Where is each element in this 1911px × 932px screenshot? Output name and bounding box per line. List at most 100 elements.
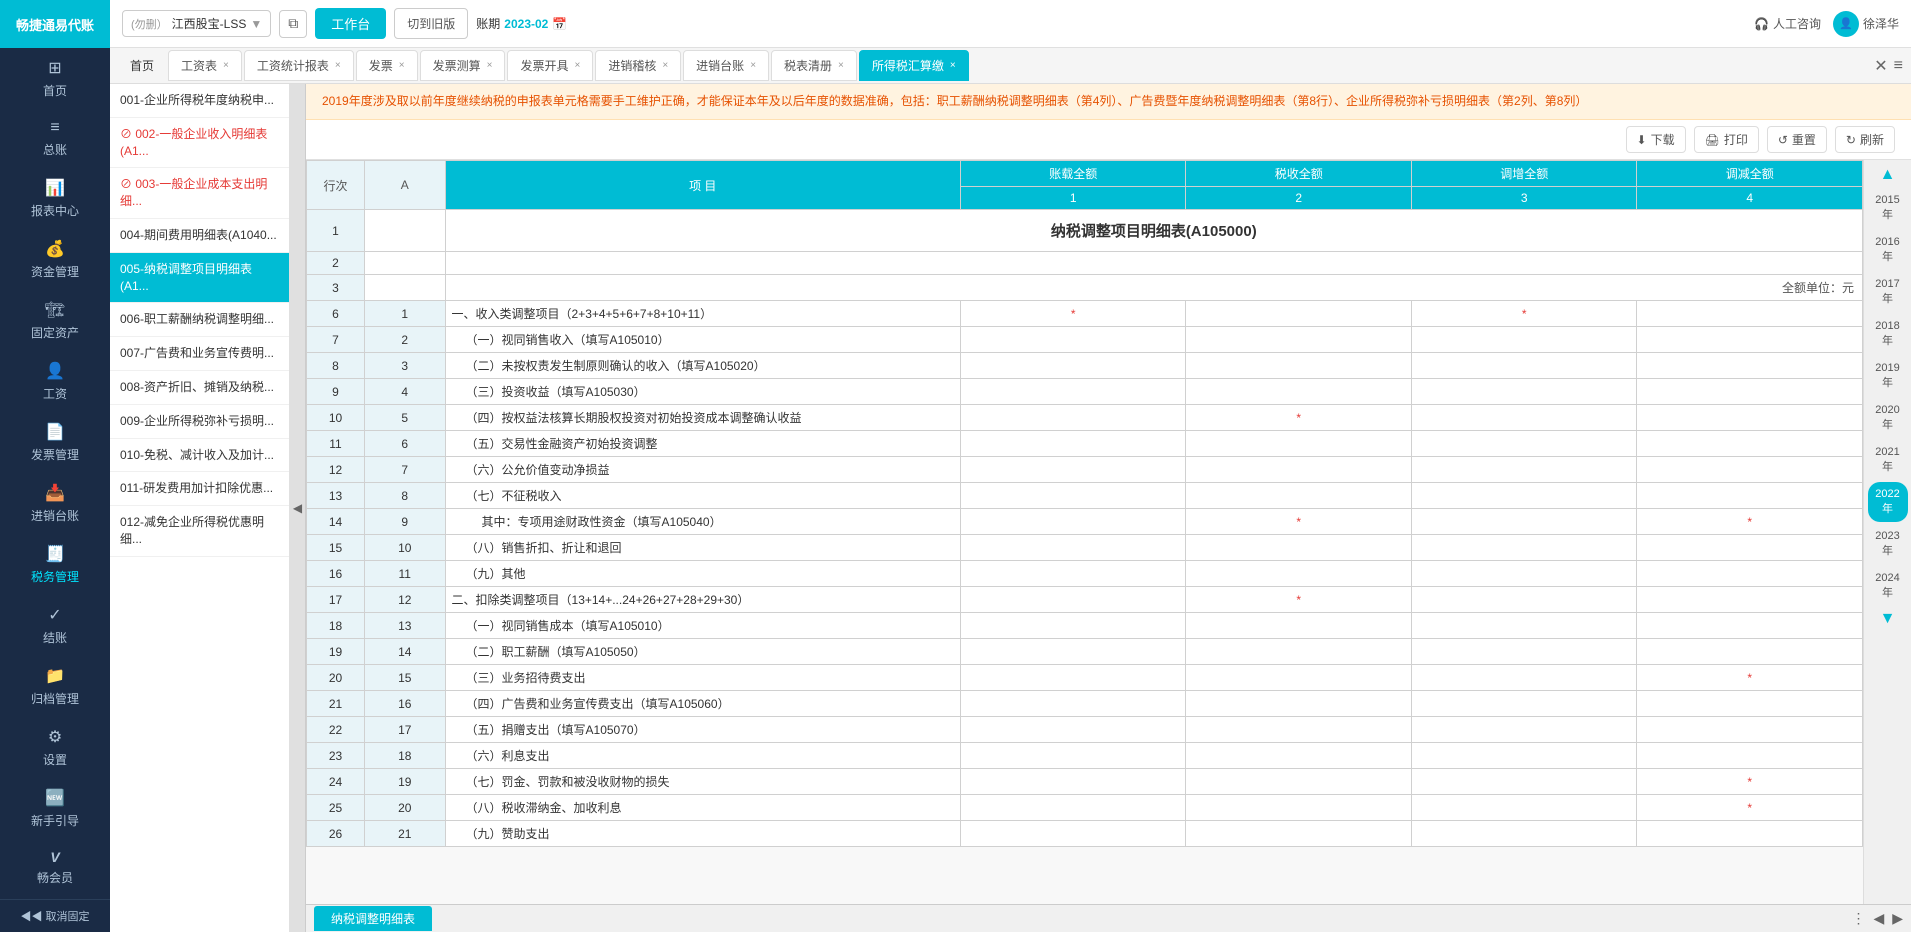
year-item-2021[interactable]: 2021年 bbox=[1868, 440, 1908, 480]
switch-old-btn[interactable]: 切到旧版 bbox=[394, 8, 468, 39]
help-icon: 🎧 bbox=[1754, 17, 1769, 31]
tab-tax-clear-close[interactable]: × bbox=[838, 60, 844, 71]
left-panel-item-4[interactable]: 004-期间费用明细表(A1040... bbox=[110, 219, 289, 253]
tab-salary-stats[interactable]: 工资统计报表 × bbox=[244, 50, 354, 81]
table-row: 6 1 一、收入类调整项目（2+3+4+5+6+7+8+10+11） * * bbox=[307, 301, 1863, 327]
tab-tax-clear[interactable]: 税表清册 × bbox=[771, 50, 857, 81]
col2-header: 税收全额 bbox=[1186, 161, 1412, 187]
year-item-2022[interactable]: 2022年 bbox=[1868, 482, 1908, 522]
sidebar-item-invoice[interactable]: 📄 发票管理 bbox=[0, 412, 110, 473]
sidebar-item-guide[interactable]: 🆕 新手引导 bbox=[0, 778, 110, 839]
left-panel-item-6[interactable]: 006-职工薪酬纳税调整明细... bbox=[110, 303, 289, 337]
tab-salary-close[interactable]: × bbox=[223, 60, 229, 71]
download-btn[interactable]: ⬇ 下载 bbox=[1626, 126, 1686, 153]
workbench-btn[interactable]: 工作台 bbox=[315, 8, 386, 39]
company-select[interactable]: (勿删） 江西股宝-LSS ▼ bbox=[122, 10, 271, 37]
table-row: 22 17 （五）捐赠支出（填写A105070） bbox=[307, 717, 1863, 743]
reset-btn[interactable]: ↺ 重置 bbox=[1767, 126, 1827, 153]
sidebar-label-settlement: 结账 bbox=[43, 629, 67, 646]
tab-invoice-open-close[interactable]: × bbox=[574, 60, 580, 71]
toolbar: ⬇ 下载 🖨 打印 ↺ 重置 ↻ 刷新 bbox=[306, 120, 1911, 160]
sidebar-nav: ⊞ 首页 ≡ 总账 📊 报表中心 💰 资金管理 🏗 固定资产 👤 工资 📄 发票… bbox=[0, 48, 110, 899]
left-panel-item-5[interactable]: 005-纳税调整项目明细表(A1... bbox=[110, 253, 289, 304]
tab-salary[interactable]: 工资表 × bbox=[168, 50, 242, 81]
tab-invoice-calc[interactable]: 发票测算 × bbox=[420, 50, 506, 81]
table-row: 14 9 其中：专项用途财政性资金（填写A105040） * * bbox=[307, 509, 1863, 535]
left-panel-item-8[interactable]: 008-资产折旧、摊销及纳税... bbox=[110, 371, 289, 405]
year-nav-down[interactable]: ▼ bbox=[1878, 608, 1898, 630]
table-row: 8 3 （二）未按权责发生制原则确认的收入（填写A105020） bbox=[307, 353, 1863, 379]
scroll-left-icon[interactable]: ◀ bbox=[1873, 910, 1884, 927]
year-item-2015[interactable]: 2015年 bbox=[1868, 188, 1908, 228]
table-title: 纳税调整项目明细表(A105000) bbox=[445, 210, 1862, 252]
tab-income-tax-close[interactable]: × bbox=[950, 60, 956, 71]
tab-invoice[interactable]: 发票 × bbox=[356, 50, 418, 81]
collapse-panel-btn[interactable]: ◀ bbox=[290, 84, 306, 932]
tab-close-all-icon[interactable]: ✕ bbox=[1874, 56, 1887, 76]
bottom-icon-1[interactable]: ⋮ bbox=[1851, 910, 1865, 927]
year-nav-up[interactable]: ▲ bbox=[1878, 164, 1898, 186]
scroll-right-icon[interactable]: ▶ bbox=[1892, 910, 1903, 927]
year-item-2020[interactable]: 2020年 bbox=[1868, 398, 1908, 438]
company-copy-btn[interactable]: ⧉ bbox=[279, 10, 307, 38]
tab-invoice-close[interactable]: × bbox=[399, 60, 405, 71]
table-row: 13 8 （七）不征税收入 bbox=[307, 483, 1863, 509]
data-table: 行次 A 项 目 账载全额 税收全额 调增全额 调减全额 1 bbox=[306, 160, 1863, 847]
tab-import-detail[interactable]: 进销稽核 × bbox=[595, 50, 681, 81]
sidebar-item-import-ledger[interactable]: 📥 进销台账 bbox=[0, 473, 110, 534]
tab-invoice-calc-label: 发票测算 bbox=[433, 57, 481, 74]
sidebar-unfix-btn[interactable]: ◀◀ 取消固定 bbox=[0, 899, 110, 932]
sidebar-item-archive[interactable]: 📁 归档管理 bbox=[0, 656, 110, 717]
tab-income-tax[interactable]: 所得税汇算缴 × bbox=[859, 50, 969, 81]
year-item-2016[interactable]: 2016年 bbox=[1868, 230, 1908, 270]
year-item-2023[interactable]: 2023年 bbox=[1868, 524, 1908, 564]
tab-import-ledger[interactable]: 进销台账 × bbox=[683, 50, 769, 81]
period-calendar-icon[interactable]: 📅 bbox=[552, 17, 567, 31]
print-label: 打印 bbox=[1724, 131, 1748, 148]
tab-menu-icon[interactable]: ≡ bbox=[1894, 57, 1903, 75]
left-panel-item-9[interactable]: 009-企业所得税弥补亏损明... bbox=[110, 405, 289, 439]
sidebar-item-fixed-assets[interactable]: 🏗 固定资产 bbox=[0, 290, 110, 351]
tabbar-actions: ✕ ≡ bbox=[1874, 56, 1903, 76]
year-item-2019[interactable]: 2019年 bbox=[1868, 356, 1908, 396]
year-item-2017[interactable]: 2017年 bbox=[1868, 272, 1908, 312]
left-panel-item-3[interactable]: ⊘ 003-一般企业成本支出明细... bbox=[110, 168, 289, 219]
left-panel-item-2[interactable]: ⊘ 002-一般企业收入明细表(A1... bbox=[110, 118, 289, 169]
tab-invoice-open[interactable]: 发票开具 × bbox=[507, 50, 593, 81]
company-prefix: (勿删） bbox=[131, 16, 168, 32]
sidebar-label-archive: 归档管理 bbox=[31, 690, 79, 707]
tab-import-ledger-close[interactable]: × bbox=[750, 60, 756, 71]
avatar: 👤 bbox=[1833, 11, 1859, 37]
spreadsheet-container[interactable]: 行次 A 项 目 账载全额 税收全额 调增全额 调减全额 1 bbox=[306, 160, 1863, 904]
sidebar-item-settings[interactable]: ⚙ 设置 bbox=[0, 717, 110, 778]
sidebar-item-ledger[interactable]: ≡ 总账 bbox=[0, 109, 110, 168]
user-info[interactable]: 👤 徐泽华 bbox=[1833, 11, 1899, 37]
sidebar-item-settlement[interactable]: ✓ 结账 bbox=[0, 595, 110, 656]
table-row: 23 18 （六）利息支出 bbox=[307, 743, 1863, 769]
refresh-btn[interactable]: ↻ 刷新 bbox=[1835, 126, 1895, 153]
year-item-2024[interactable]: 2024年 bbox=[1868, 566, 1908, 606]
sidebar-label-import: 进销台账 bbox=[31, 507, 79, 524]
sidebar-item-assets[interactable]: 💰 资金管理 bbox=[0, 229, 110, 290]
sidebar-item-tax[interactable]: 🧾 税务管理 bbox=[0, 534, 110, 595]
help-btn[interactable]: 🎧 人工咨询 bbox=[1754, 15, 1821, 32]
left-panel-item-11[interactable]: 011-研发费用加计扣除优惠... bbox=[110, 472, 289, 506]
table-row: 15 10 （八）销售折扣、折让和退回 bbox=[307, 535, 1863, 561]
tab-salary-stats-close[interactable]: × bbox=[335, 60, 341, 71]
sidebar-item-reports[interactable]: 📊 报表中心 bbox=[0, 168, 110, 229]
sidebar-item-salary[interactable]: 👤 工资 bbox=[0, 351, 110, 412]
left-panel-item-12[interactable]: 012-减免企业所得税优惠明细... bbox=[110, 506, 289, 557]
year-item-2018[interactable]: 2018年 bbox=[1868, 314, 1908, 354]
left-panel-item-10[interactable]: 010-免税、减计收入及加计... bbox=[110, 439, 289, 473]
sidebar-item-home[interactable]: ⊞ 首页 bbox=[0, 48, 110, 109]
sidebar-item-member[interactable]: V 畅会员 bbox=[0, 839, 110, 896]
bottom-tab-adjust[interactable]: 纳税调整明细表 bbox=[314, 906, 432, 931]
tab-invoice-calc-close[interactable]: × bbox=[487, 60, 493, 71]
left-panel-item-1[interactable]: 001-企业所得税年度纳税申... bbox=[110, 84, 289, 118]
print-btn[interactable]: 🖨 打印 bbox=[1694, 126, 1759, 153]
spreadsheet: 行次 A 项 目 账载全额 税收全额 调增全额 调减全额 1 bbox=[306, 160, 1863, 847]
tab-import-detail-close[interactable]: × bbox=[662, 60, 668, 71]
left-panel-item-7[interactable]: 007-广告费和业务宣传费明... bbox=[110, 337, 289, 371]
ledger-icon: ≡ bbox=[50, 119, 59, 137]
tab-home[interactable]: 首页 bbox=[118, 51, 166, 80]
